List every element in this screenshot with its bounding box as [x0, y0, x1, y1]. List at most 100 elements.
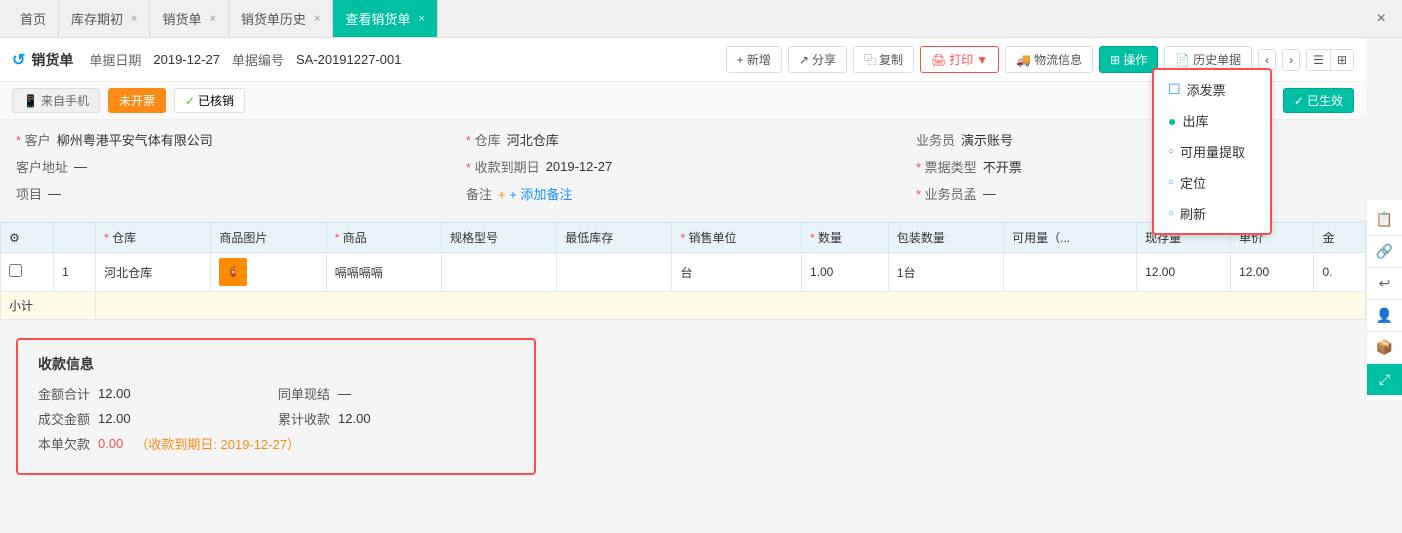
overdue-value: 0.00	[98, 436, 123, 451]
row-stock: 12.00	[1137, 253, 1231, 292]
same-settlement-value: —	[338, 386, 351, 401]
table-row: 1 河北仓库 🧯 嗝嗝嗝嗝 台 1.00 1台	[1, 253, 1366, 292]
add-invoice-item[interactable]: ☐ 添发票	[1154, 74, 1270, 105]
add-invoice-icon: ☐	[1168, 81, 1181, 98]
deal-amount-label: 成交金额	[38, 409, 90, 428]
copy-label: 复制	[879, 51, 903, 68]
refresh-icon: ○	[1168, 208, 1174, 219]
tab-bar-close-button[interactable]: ×	[1369, 10, 1394, 28]
tab-sales[interactable]: 销货单 ×	[150, 0, 228, 37]
operations-dropdown: ☐ 添发票 ● 出库 ○ 可用量提取 ○ 定位 ○ 刷新	[1152, 68, 1272, 235]
logistics-label: 物流信息	[1034, 51, 1082, 68]
col-product-img: 商品图片	[211, 223, 326, 253]
col-warehouse: 仓库	[96, 223, 211, 253]
col-available: 可用量（...	[1004, 223, 1137, 253]
outbound-item[interactable]: ● 出库	[1154, 105, 1270, 136]
history-icon: 📄	[1175, 53, 1190, 67]
available-icon: ○	[1168, 146, 1174, 157]
add-remarks-label: + 添加备注	[509, 187, 572, 202]
customer-value: 柳州粤港平安气体有限公司	[57, 130, 213, 149]
from-mobile-button[interactable]: 📱 来自手机	[12, 88, 100, 113]
col-unit: 销售单位	[672, 223, 801, 253]
sidebar-return-icon[interactable]: ↩	[1367, 268, 1402, 300]
row-spec	[441, 253, 556, 292]
nav-next-button[interactable]: ›	[1282, 49, 1300, 71]
summary-row-3: 本单欠款 0.00 （收款到期日: 2019-12-27）	[38, 434, 514, 453]
from-mobile-label: 来自手机	[41, 92, 89, 109]
not-open-button[interactable]: 未开票	[108, 88, 166, 113]
row-product-img: 🧯	[211, 253, 326, 292]
effective-button[interactable]: ✓ 已生效	[1283, 88, 1354, 113]
outbound-icon: ●	[1168, 113, 1176, 129]
tab-inventory-close[interactable]: ×	[131, 13, 137, 25]
remarks-label: 备注	[466, 184, 492, 203]
sales-staff-label: 业务员孟	[916, 184, 977, 203]
effective-label: 已生效	[1307, 92, 1343, 109]
col-min-stock: 最低库存	[557, 223, 672, 253]
row-pack-qty: 1台	[888, 253, 1003, 292]
available-extract-item[interactable]: ○ 可用量提取	[1154, 136, 1270, 167]
mobile-icon: 📱	[23, 94, 38, 108]
sidebar-user-icon[interactable]: 👤	[1367, 300, 1402, 332]
confirm-icon: ✓	[185, 94, 195, 108]
view-grid-button[interactable]: ⊞	[1331, 49, 1354, 71]
project-label: 项目	[16, 184, 42, 203]
address-label: 客户地址	[16, 157, 68, 176]
print-dropdown-icon: ▼	[976, 53, 988, 67]
row-select[interactable]	[9, 264, 22, 277]
tab-home-label: 首页	[20, 9, 46, 28]
form-row-2: 客户地址 — 收款到期日 2019-12-27 票据类型 不开票	[16, 157, 1350, 176]
overdue-suffix: （收款到期日: 2019-12-27）	[135, 434, 300, 453]
tab-check-sales-close[interactable]: ×	[418, 13, 424, 25]
tab-bar: 首页 库存期初 × 销货单 × 销货单历史 × 查看销货单 × ×	[0, 0, 1402, 38]
sales-order-icon: ↺	[12, 50, 25, 70]
product-image-icon: 🧯	[227, 267, 239, 278]
table-container: ⚙ 仓库 商品图片 商品 规格型号 最低库存 销售单位 数量 包装数量 可用量（…	[0, 222, 1366, 320]
locate-item[interactable]: ○ 定位	[1154, 167, 1270, 198]
total-received-label: 累计收款	[278, 409, 330, 428]
col-index	[54, 223, 96, 253]
invoice-label: 票据类型	[916, 157, 977, 176]
sidebar-package-icon[interactable]: 📦	[1367, 332, 1402, 364]
col-pack-qty: 包装数量	[888, 223, 1003, 253]
view-list-button[interactable]: ☰	[1306, 49, 1331, 71]
remarks-field: 备注 + + 添加备注	[466, 184, 900, 203]
share-button[interactable]: ↗ 分享	[788, 46, 847, 73]
new-button[interactable]: + 新增	[726, 46, 782, 73]
col-settings[interactable]: ⚙	[1, 223, 54, 253]
tab-history[interactable]: 销货单历史 ×	[229, 0, 333, 37]
row-amount: 0.	[1314, 253, 1366, 292]
print-button[interactable]: 🖨 打印 ▼	[920, 46, 999, 73]
add-invoice-label: 添发票	[1187, 80, 1226, 99]
locate-icon: ○	[1168, 177, 1174, 188]
refresh-label: 刷新	[1180, 204, 1206, 223]
overdue-field: 本单欠款 0.00 （收款到期日: 2019-12-27）	[38, 434, 438, 453]
tab-inventory-label: 库存期初	[71, 9, 123, 28]
refresh-item[interactable]: ○ 刷新	[1154, 198, 1270, 229]
tab-home[interactable]: 首页	[8, 0, 59, 37]
customer-field: 客户 柳州粤港平安气体有限公司	[16, 130, 450, 149]
tab-history-close[interactable]: ×	[314, 13, 320, 25]
col-spec: 规格型号	[441, 223, 556, 253]
row-checkbox[interactable]	[1, 253, 54, 292]
summary-row-1: 金额合计 12.00 同单现结 —	[38, 384, 514, 403]
add-icon: +	[498, 187, 506, 202]
logistics-button[interactable]: 🚚 物流信息	[1005, 46, 1093, 73]
add-remarks-button[interactable]: + + 添加备注	[498, 184, 572, 203]
right-sidebar: 📋 🔗 ↩ 👤 📦 ⤢	[1366, 200, 1402, 400]
tab-inventory[interactable]: 库存期初 ×	[59, 0, 150, 37]
tab-sales-close[interactable]: ×	[209, 13, 215, 25]
customer-label: 客户	[16, 130, 51, 149]
copy-button[interactable]: ⿻ 复制	[853, 46, 914, 73]
tab-check-sales[interactable]: 查看销货单 ×	[333, 0, 437, 37]
logistics-icon: 🚚	[1016, 53, 1031, 67]
address-value: —	[74, 159, 87, 174]
summary-box: 收款信息 金额合计 12.00 同单现结 — 成交金额 12.00	[16, 338, 536, 475]
sidebar-expand-icon[interactable]: ⤢	[1367, 364, 1402, 396]
sidebar-link-icon[interactable]: 🔗	[1367, 236, 1402, 268]
operations-button[interactable]: ⊞ 操作	[1099, 46, 1158, 73]
sales-staff-value: —	[983, 186, 996, 201]
sidebar-copy-icon[interactable]: 📋	[1367, 204, 1402, 236]
sales-table: ⚙ 仓库 商品图片 商品 规格型号 最低库存 销售单位 数量 包装数量 可用量（…	[0, 222, 1366, 320]
confirm-button[interactable]: ✓ 已核销	[174, 88, 245, 113]
